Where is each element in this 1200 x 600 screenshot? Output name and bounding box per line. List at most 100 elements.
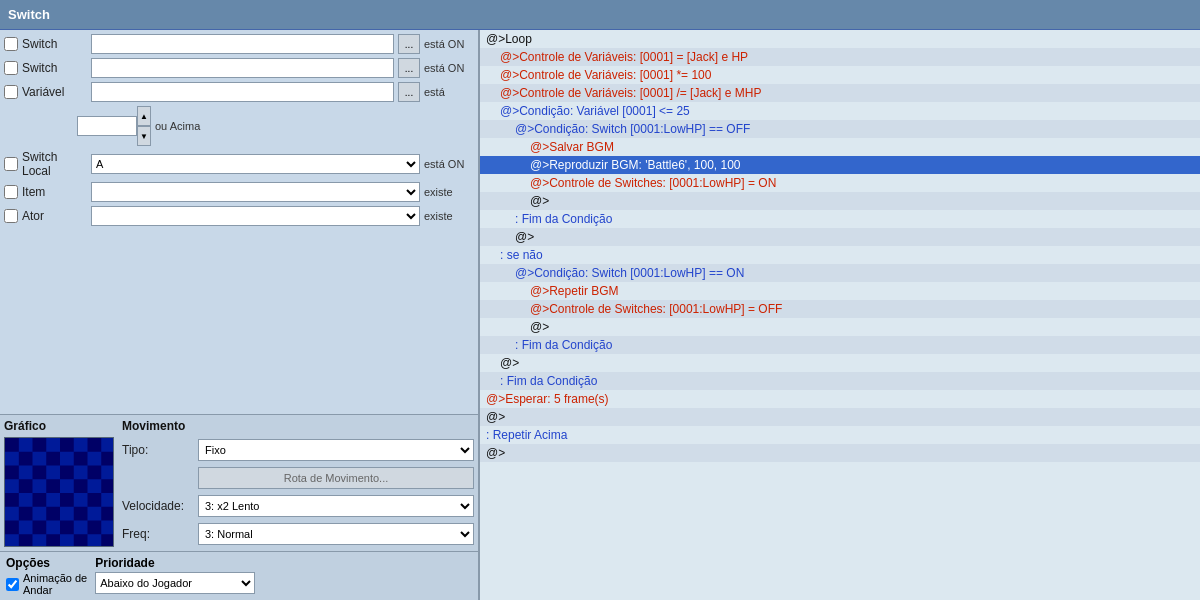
- event-line[interactable]: @>Repetir BGM: [480, 282, 1200, 300]
- var-status: está: [424, 86, 474, 98]
- freq-row: Freq: 1: Mínimo 2: Baixo 3: Normal 4: Al…: [122, 523, 474, 545]
- event-text: @>Condição: Switch [0001:LowHP] == ON: [515, 266, 744, 280]
- event-line[interactable]: @>: [480, 354, 1200, 372]
- prioridade-dropdown[interactable]: Abaixo do Jogador Mesmo Nível do Jogador…: [95, 572, 255, 594]
- ator-label: Ator: [22, 209, 87, 223]
- event-line[interactable]: : se não: [480, 246, 1200, 264]
- event-text: @>: [486, 446, 505, 460]
- event-line[interactable]: @>Condição: Switch [0001:LowHP] == ON: [480, 264, 1200, 282]
- switch2-status: está ON: [424, 62, 474, 74]
- var-input[interactable]: [91, 82, 394, 102]
- event-text: @>: [530, 320, 549, 334]
- event-line[interactable]: @>: [480, 408, 1200, 426]
- switch2-label: Switch: [22, 61, 87, 75]
- rota-row: Rota de Movimento...: [122, 467, 474, 489]
- andar-checkbox[interactable]: [6, 578, 19, 591]
- ator-dropdown[interactable]: [91, 206, 420, 226]
- andar-row: Animação deAndar: [6, 572, 87, 596]
- switch-local-checkbox[interactable]: [4, 157, 18, 171]
- switch2-checkbox[interactable]: [4, 61, 18, 75]
- event-line[interactable]: @>Controle de Variáveis: [0001] = [Jack]…: [480, 48, 1200, 66]
- var-ellipsis-btn[interactable]: ...: [398, 82, 420, 102]
- tipo-row: Tipo: Fixo Aleatório Aproximar Afastar: [122, 439, 474, 461]
- event-text: @>Controle de Variáveis: [0001] /= [Jack…: [500, 86, 761, 100]
- conditions-area: Switch ... está ON Switch ... está ON Va…: [0, 30, 478, 414]
- switch1-status: está ON: [424, 38, 474, 50]
- condition-switch2: Switch ... está ON: [4, 58, 474, 78]
- event-line[interactable]: @>: [480, 228, 1200, 246]
- switch1-input[interactable]: [91, 34, 394, 54]
- freq-dropdown[interactable]: 1: Mínimo 2: Baixo 3: Normal 4: Alto 5: …: [198, 523, 474, 545]
- event-text: @>: [486, 410, 505, 424]
- event-line[interactable]: @>Controle de Variáveis: [0001] /= [Jack…: [480, 84, 1200, 102]
- event-line[interactable]: : Fim da Condição: [480, 210, 1200, 228]
- condition-switch-local: SwitchLocal ABCD está ON: [4, 150, 474, 178]
- spinbox-container: ▲ ▼: [77, 106, 151, 146]
- event-text: @>Controle de Switches: [0001:LowHP] = O…: [530, 176, 776, 190]
- switch2-ellipsis-btn[interactable]: ...: [398, 58, 420, 78]
- event-text: : Fim da Condição: [515, 338, 612, 352]
- switch-local-dropdown[interactable]: ABCD: [91, 154, 420, 174]
- condition-ator: Ator existe: [4, 206, 474, 226]
- switch1-label: Switch: [22, 37, 87, 51]
- switch1-checkbox[interactable]: [4, 37, 18, 51]
- event-text: : se não: [500, 248, 543, 262]
- left-panel: Switch ... está ON Switch ... está ON Va…: [0, 30, 480, 600]
- event-line[interactable]: @>: [480, 318, 1200, 336]
- event-text: @>: [515, 230, 534, 244]
- ator-checkbox[interactable]: [4, 209, 18, 223]
- spinbox-row: ▲ ▼ ou Acima: [4, 106, 474, 146]
- tipo-label: Tipo:: [122, 443, 192, 457]
- bottom-section: Gráfico Movimento Tipo: Fixo Aleatório A…: [0, 414, 478, 551]
- spinbox-suffix: ou Acima: [155, 120, 200, 132]
- opcoes-panel: Opções Animação deAndar: [6, 556, 87, 596]
- event-text: @>Condição: Switch [0001:LowHP] == OFF: [515, 122, 750, 136]
- event-line[interactable]: @>Controle de Variáveis: [0001] *= 100: [480, 66, 1200, 84]
- right-panel[interactable]: @>Loop @>Controle de Variáveis: [0001] = …: [480, 30, 1200, 600]
- event-text: : Fim da Condição: [500, 374, 597, 388]
- event-line[interactable]: @>Loop: [480, 30, 1200, 48]
- event-line[interactable]: @>Reproduzir BGM: 'Battle6', 100, 100: [480, 156, 1200, 174]
- event-text: : Fim da Condição: [515, 212, 612, 226]
- event-line[interactable]: : Fim da Condição: [480, 372, 1200, 390]
- velocidade-dropdown[interactable]: 1: x4 Lento 2: x3 Lento 3: x2 Lento 4: N…: [198, 495, 474, 517]
- event-line[interactable]: @>Condição: Switch [0001:LowHP] == OFF: [480, 120, 1200, 138]
- event-text: @>Condição: Variável [0001] <= 25: [500, 104, 690, 118]
- spinbox-down-btn[interactable]: ▼: [137, 126, 151, 146]
- main-container: Switch ... está ON Switch ... está ON Va…: [0, 30, 1200, 600]
- grafico-canvas: [4, 437, 114, 547]
- event-line[interactable]: @>Controle de Switches: [0001:LowHP] = O…: [480, 300, 1200, 318]
- event-text: @>Controle de Variáveis: [0001] *= 100: [500, 68, 711, 82]
- velocidade-row: Velocidade: 1: x4 Lento 2: x3 Lento 3: x…: [122, 495, 474, 517]
- switch1-ellipsis-btn[interactable]: ...: [398, 34, 420, 54]
- freq-label: Freq:: [122, 527, 192, 541]
- event-text: @>Repetir BGM: [530, 284, 619, 298]
- event-line[interactable]: : Fim da Condição: [480, 336, 1200, 354]
- spinbox-up-btn[interactable]: ▲: [137, 106, 151, 126]
- event-line[interactable]: @>Salvar BGM: [480, 138, 1200, 156]
- grafico-panel: Gráfico: [4, 419, 114, 547]
- event-line[interactable]: @>Condição: Variável [0001] <= 25: [480, 102, 1200, 120]
- condition-switch1: Switch ... está ON: [4, 34, 474, 54]
- event-line[interactable]: @>: [480, 192, 1200, 210]
- item-dropdown[interactable]: [91, 182, 420, 202]
- event-text: @>: [530, 194, 549, 208]
- event-text: @>Loop: [486, 32, 532, 46]
- condition-var: Variável ... está: [4, 82, 474, 102]
- switch2-input[interactable]: [91, 58, 394, 78]
- switch-local-label: SwitchLocal: [22, 150, 87, 178]
- event-line[interactable]: @>: [480, 444, 1200, 462]
- event-text: @>Salvar BGM: [530, 140, 614, 154]
- options-priority: Opções Animação deAndar Prioridade Abaix…: [0, 551, 478, 600]
- var-checkbox[interactable]: [4, 85, 18, 99]
- event-text: @>Reproduzir BGM: 'Battle6', 100, 100: [530, 158, 741, 172]
- tipo-dropdown[interactable]: Fixo Aleatório Aproximar Afastar: [198, 439, 474, 461]
- var-label: Variável: [22, 85, 87, 99]
- item-checkbox[interactable]: [4, 185, 18, 199]
- spinbox-input[interactable]: [77, 116, 137, 136]
- event-line[interactable]: : Repetir Acima: [480, 426, 1200, 444]
- rota-btn[interactable]: Rota de Movimento...: [198, 467, 474, 489]
- event-line[interactable]: @>Controle de Switches: [0001:LowHP] = O…: [480, 174, 1200, 192]
- top-bar-label: Switch: [8, 7, 50, 22]
- event-line[interactable]: @>Esperar: 5 frame(s): [480, 390, 1200, 408]
